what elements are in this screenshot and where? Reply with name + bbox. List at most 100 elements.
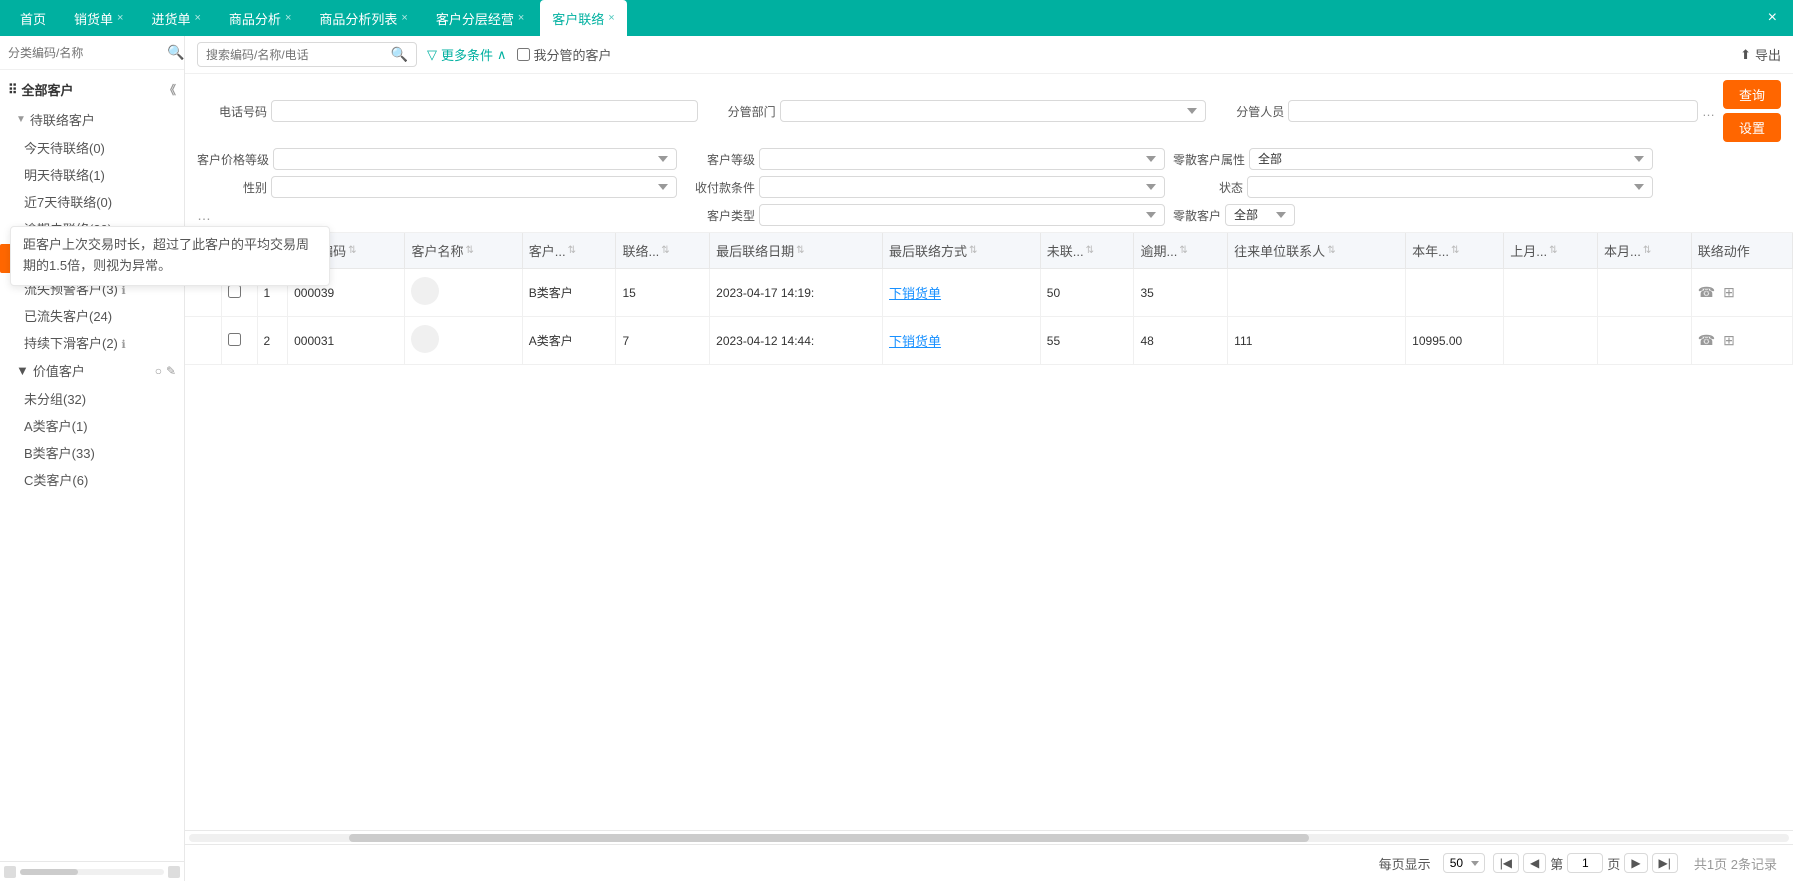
th-last-month[interactable]: 上月...⇅ xyxy=(1504,233,1598,269)
horizontal-scrollbar[interactable] xyxy=(185,830,1793,844)
nav-tab-product-list[interactable]: 商品分析列表 × xyxy=(307,0,419,36)
price-level-field: 客户价格等级 xyxy=(197,148,677,170)
dept-select[interactable] xyxy=(780,100,1207,122)
sidebar-waiting-contact-section[interactable]: ▼ 待联络客户 xyxy=(0,105,184,134)
retail-customer-select[interactable]: 全部 xyxy=(1225,204,1295,226)
sidebar-item-b-class[interactable]: B类客户(33) xyxy=(0,439,184,466)
close-purchase-tab-icon[interactable]: × xyxy=(194,12,200,24)
th-contact-count[interactable]: 联络...⇅ xyxy=(616,233,710,269)
close-customer-segment-tab-icon[interactable]: × xyxy=(518,12,524,24)
sidebar: 🔍 ⠿ 全部客户 《 ▼ 待联络客户 今天待联络(0) 明天待联络(1) 近7天… xyxy=(0,36,185,881)
sidebar-item-7days[interactable]: 近7天待联络(0) xyxy=(0,188,184,215)
sidebar-item-already-lost[interactable]: 已流失客户(24) xyxy=(0,302,184,329)
phone-input[interactable] xyxy=(271,100,698,122)
status-field: 状态 xyxy=(1173,176,1653,198)
more-chevron-icon: ∧ xyxy=(497,47,507,63)
payment-field: 收付款条件 xyxy=(685,176,1165,198)
th-customer-name[interactable]: 客户名称⇅ xyxy=(405,233,522,269)
sidebar-item-tomorrow[interactable]: 明天待联络(1) xyxy=(0,161,184,188)
row1-method-link[interactable]: 下销货单 xyxy=(889,286,941,301)
sidebar-item-c-class[interactable]: C类客户(6) xyxy=(0,466,184,493)
more-filters-icon[interactable]: … xyxy=(197,207,211,223)
row1-uncontacted: 50 xyxy=(1040,269,1134,317)
gender-select[interactable] xyxy=(271,176,677,198)
ellipsis-field: … xyxy=(197,207,677,223)
sidebar-value-customers-section[interactable]: ▼ 价值客户 ○ ✎ xyxy=(0,356,184,385)
next-page-button[interactable]: ▶ xyxy=(1624,853,1647,873)
nav-tab-customer-contact[interactable]: 客户联络 × xyxy=(540,0,626,36)
close-product-list-tab-icon[interactable]: × xyxy=(401,12,407,24)
person-input[interactable] xyxy=(1288,100,1698,122)
price-level-select[interactable] xyxy=(273,148,677,170)
settings-button[interactable]: 设置 xyxy=(1723,113,1781,142)
row2-method-link[interactable]: 下销货单 xyxy=(889,334,941,349)
sidebar-scroll-right[interactable] xyxy=(168,866,180,878)
th-customer-type[interactable]: 客户...⇅ xyxy=(522,233,616,269)
nav-tab-product-analysis[interactable]: 商品分析 × xyxy=(217,0,303,36)
th-current-year[interactable]: 本年...⇅ xyxy=(1406,233,1504,269)
content-area: 🔍 ▽ 更多条件 ∧ 我分管的客户 ⬆ 导出 电话号码 xyxy=(185,36,1793,881)
filter-row-4: … 客户类型 零散客户 全部 xyxy=(197,204,1781,226)
nav-tab-customer-segment[interactable]: 客户分层经营 × xyxy=(424,0,536,36)
nav-tab-sales[interactable]: 销货单 × xyxy=(62,0,135,36)
filter-bar: 🔍 ▽ 更多条件 ∧ 我分管的客户 ⬆ 导出 xyxy=(185,36,1793,74)
last-page-button[interactable]: ▶| xyxy=(1652,853,1678,873)
lost-preview-info-icon[interactable]: ℹ xyxy=(122,285,126,297)
search-input[interactable] xyxy=(206,48,387,62)
page-number-input[interactable] xyxy=(1567,853,1603,873)
window-close-button[interactable]: × xyxy=(1760,9,1785,27)
row1-checkbox[interactable] xyxy=(228,285,241,298)
customer-level-select[interactable] xyxy=(759,148,1165,170)
sidebar-item-a-class[interactable]: A类客户(1) xyxy=(0,412,184,439)
sidebar-item-today[interactable]: 今天待联络(0) xyxy=(0,134,184,161)
row1-more-icon[interactable]: ⊞ xyxy=(1723,284,1735,301)
th-last-contact-date[interactable]: 最后联络日期⇅ xyxy=(710,233,883,269)
person-dots-icon[interactable]: … xyxy=(1702,104,1715,119)
sidebar-search-icon[interactable]: 🔍 xyxy=(167,44,184,61)
search-icon[interactable]: 🔍 xyxy=(391,46,408,63)
sidebar-search-input[interactable] xyxy=(8,46,163,60)
value-add-icon[interactable]: ○ xyxy=(155,364,162,378)
table-row: 1 000039 B类客户 15 2023-04-17 14:19: 下销货单 … xyxy=(185,269,1793,317)
row2-contact-icon[interactable]: ☎ xyxy=(1698,332,1715,349)
th-current-month[interactable]: 本月...⇅ xyxy=(1597,233,1691,269)
page-size-select[interactable]: 50 xyxy=(1443,853,1485,873)
status-select[interactable] xyxy=(1247,176,1653,198)
sidebar-scroll-left[interactable] xyxy=(4,866,16,878)
my-customers-checkbox[interactable] xyxy=(517,48,530,61)
sidebar-collapse-icon[interactable]: 《 xyxy=(164,81,176,98)
row2-checkbox[interactable] xyxy=(228,333,241,346)
page-suffix: 页 xyxy=(1607,854,1620,873)
export-button[interactable]: ⬆ 导出 xyxy=(1740,45,1781,64)
sidebar-scrollbar[interactable] xyxy=(20,869,164,875)
declining-info-icon[interactable]: ℹ xyxy=(122,339,126,351)
row1-contact-icon[interactable]: ☎ xyxy=(1698,284,1715,301)
sidebar-item-ungroup[interactable]: 未分组(32) xyxy=(0,385,184,412)
first-page-button[interactable]: |◀ xyxy=(1493,853,1519,873)
th-unit-contact[interactable]: 往来单位联系人⇅ xyxy=(1228,233,1406,269)
row2-type: A类客户 xyxy=(522,317,616,365)
retail-attr-select[interactable]: 全部 xyxy=(1249,148,1653,170)
more-conditions-btn[interactable]: ▽ 更多条件 ∧ xyxy=(427,45,507,64)
prev-page-button[interactable]: ◀ xyxy=(1523,853,1546,873)
scrollbar-thumb[interactable] xyxy=(349,834,1309,842)
sidebar-all-customers[interactable]: ⠿ 全部客户 《 xyxy=(0,74,184,105)
value-edit-icon[interactable]: ✎ xyxy=(166,364,176,378)
nav-tab-purchase[interactable]: 进货单 × xyxy=(139,0,212,36)
customer-type-select[interactable] xyxy=(759,204,1165,226)
th-last-contact-method[interactable]: 最后联络方式⇅ xyxy=(883,233,1041,269)
nav-tab-home[interactable]: 首页 xyxy=(8,0,58,36)
th-uncontacted[interactable]: 未联...⇅ xyxy=(1040,233,1134,269)
filter-row-2: 客户价格等级 客户等级 零散客户属性 全部 xyxy=(197,148,1781,170)
payment-select[interactable] xyxy=(759,176,1165,198)
row2-more-icon[interactable]: ⊞ xyxy=(1723,332,1735,349)
th-overdue[interactable]: 逾期...⇅ xyxy=(1134,233,1228,269)
sidebar-item-declining[interactable]: 持续下滑客户(2) ℹ xyxy=(0,329,184,356)
filter-buttons: 查询 设置 xyxy=(1723,80,1781,142)
scrollbar-track[interactable] xyxy=(189,834,1789,842)
close-sales-tab-icon[interactable]: × xyxy=(117,12,123,24)
close-customer-contact-tab-icon[interactable]: × xyxy=(608,12,614,24)
row2-avatar xyxy=(411,325,439,353)
close-product-analysis-tab-icon[interactable]: × xyxy=(285,12,291,24)
query-button[interactable]: 查询 xyxy=(1723,80,1781,109)
